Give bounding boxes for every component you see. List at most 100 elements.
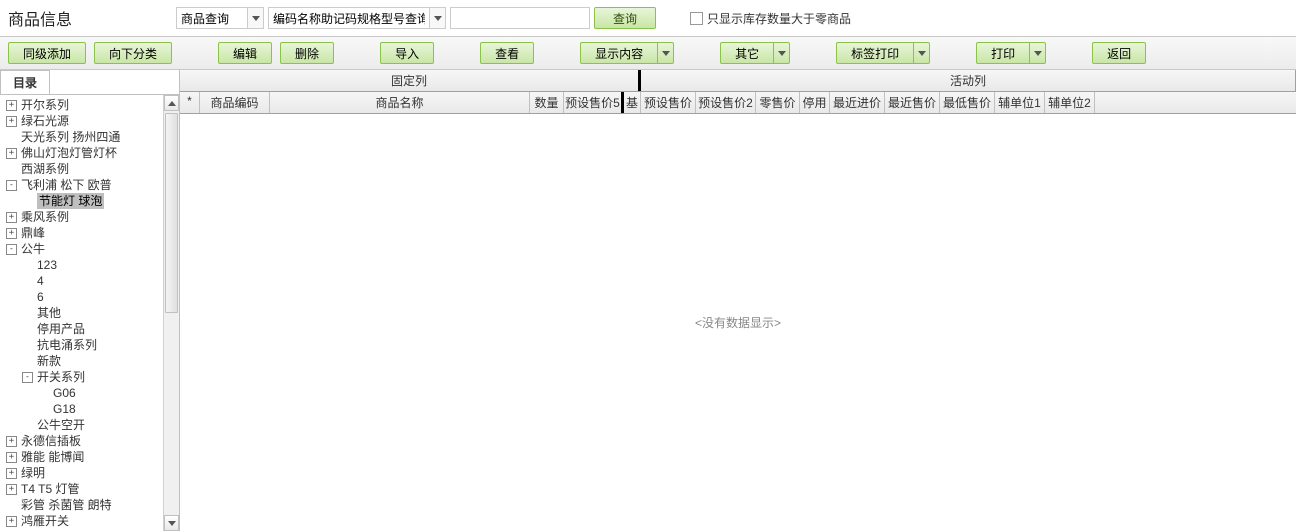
tree-label: G06 xyxy=(53,385,76,401)
column-header[interactable]: 基 xyxy=(624,92,641,113)
column-header[interactable]: 预设售价5 xyxy=(564,92,624,113)
tree-node[interactable]: + 绿石光源 xyxy=(0,113,163,129)
column-header[interactable]: * xyxy=(180,92,200,113)
chevron-down-icon[interactable] xyxy=(247,8,263,28)
tree-node[interactable]: + 开尔系列 xyxy=(0,97,163,113)
expand-icon[interactable]: + xyxy=(6,148,17,159)
column-header[interactable]: 商品名称 xyxy=(270,92,530,113)
add-sibling-button[interactable]: 同级添加 xyxy=(8,42,86,64)
search-field-input[interactable] xyxy=(269,8,429,28)
tree-node[interactable]: 停用产品 xyxy=(0,321,163,337)
scroll-up-icon[interactable] xyxy=(164,95,179,111)
tree-node[interactable]: 公牛空开 xyxy=(0,417,163,433)
collapse-icon[interactable]: - xyxy=(6,244,17,255)
grid-empty-message: <没有数据显示> xyxy=(180,114,1296,531)
edit-button[interactable]: 编辑 xyxy=(218,42,272,64)
column-header[interactable]: 停用 xyxy=(800,92,830,113)
import-button[interactable]: 导入 xyxy=(380,42,434,64)
back-button[interactable]: 返回 xyxy=(1092,42,1146,64)
column-header[interactable]: 预设售价2 xyxy=(696,92,756,113)
chevron-down-icon[interactable] xyxy=(914,42,930,64)
column-header[interactable]: 最近售价 xyxy=(885,92,940,113)
chevron-down-icon[interactable] xyxy=(429,8,445,28)
category-tree[interactable]: + 开尔系列 + 绿石光源天光系列 扬州四通 + 佛山灯泡灯管灯杯西湖系例-飞利浦 松下 … xyxy=(0,95,163,531)
column-header[interactable]: 辅单位2 xyxy=(1045,92,1095,113)
view-button[interactable]: 查看 xyxy=(480,42,534,64)
tree-node[interactable]: +雅能 能博闻 xyxy=(0,449,163,465)
scroll-thumb[interactable] xyxy=(165,113,178,313)
tree-node[interactable]: + 永德信插板 xyxy=(0,433,163,449)
other-button[interactable]: 其它 xyxy=(720,42,774,64)
query-type-input[interactable] xyxy=(177,8,247,28)
sub-category-button[interactable]: 向下分类 xyxy=(94,42,172,64)
column-group-active: 活动列 xyxy=(641,70,1296,91)
scrollbar[interactable] xyxy=(163,95,179,531)
stock-filter-checkbox[interactable]: 只显示库存数量大于零商品 xyxy=(690,10,851,27)
tree-label: G18 xyxy=(53,401,76,417)
tree-label: 绿石光源 xyxy=(21,113,69,129)
label-print-button[interactable]: 标签打印 xyxy=(836,42,914,64)
tree-label: 永德信插板 xyxy=(21,433,81,449)
column-header[interactable]: 零售价 xyxy=(756,92,800,113)
search-field-combo[interactable] xyxy=(268,7,446,29)
search-button[interactable]: 查询 xyxy=(594,7,656,29)
search-input[interactable] xyxy=(450,7,590,29)
tree-node[interactable]: 4 xyxy=(0,273,163,289)
scroll-down-icon[interactable] xyxy=(164,515,179,531)
tree-label: 公牛 xyxy=(21,241,45,257)
tree-node[interactable]: -开关系列 xyxy=(0,369,163,385)
column-header[interactable]: 辅单位1 xyxy=(995,92,1045,113)
column-header[interactable]: 最近进价 xyxy=(830,92,885,113)
tree-node[interactable]: 西湖系例 xyxy=(0,161,163,177)
print-button[interactable]: 打印 xyxy=(976,42,1030,64)
tree-node[interactable]: G18 xyxy=(0,401,163,417)
tree-node[interactable]: 节能灯 球泡 xyxy=(0,193,163,209)
column-header[interactable]: 数量 xyxy=(530,92,564,113)
expand-icon[interactable]: + xyxy=(6,228,17,239)
column-header[interactable]: 预设售价 xyxy=(641,92,696,113)
tree-node[interactable]: 天光系列 扬州四通 xyxy=(0,129,163,145)
column-header[interactable]: 最低售价 xyxy=(940,92,995,113)
tree-node[interactable]: + T4 T5 灯管 xyxy=(0,481,163,497)
chevron-down-icon[interactable] xyxy=(658,42,674,64)
tree-node[interactable]: G06 xyxy=(0,385,163,401)
tab-catalog[interactable]: 目录 xyxy=(0,70,50,94)
collapse-icon[interactable]: - xyxy=(6,180,17,191)
show-content-button[interactable]: 显示内容 xyxy=(580,42,658,64)
expand-icon[interactable]: + xyxy=(6,212,17,223)
query-type-combo[interactable] xyxy=(176,7,264,29)
tree-node[interactable]: + 佛山灯泡灯管灯杯 xyxy=(0,145,163,161)
expand-icon[interactable]: + xyxy=(6,452,17,463)
expand-icon[interactable]: + xyxy=(6,468,17,479)
tree-node[interactable]: 彩管 杀菌管 朗特 xyxy=(0,497,163,513)
collapse-icon[interactable]: - xyxy=(22,372,33,383)
tree-node[interactable]: -飞利浦 松下 欧普 xyxy=(0,177,163,193)
expand-icon[interactable]: + xyxy=(6,100,17,111)
tree-node[interactable]: + 鸿雁开关 xyxy=(0,513,163,529)
tree-node[interactable]: + 鼎峰 xyxy=(0,225,163,241)
tree-node[interactable]: +绿明 xyxy=(0,465,163,481)
expand-icon[interactable]: + xyxy=(6,436,17,447)
tree-node[interactable]: 123 xyxy=(0,257,163,273)
delete-button[interactable]: 删除 xyxy=(280,42,334,64)
tree-node[interactable]: 其他 xyxy=(0,305,163,321)
expand-icon[interactable]: + xyxy=(6,516,17,527)
column-header[interactable]: 商品编码 xyxy=(200,92,270,113)
tree-label: 抗电涌系列 xyxy=(37,337,97,353)
tree-node[interactable]: +乘风系例 xyxy=(0,209,163,225)
tree-label: 节能灯 球泡 xyxy=(37,193,104,209)
tree-node[interactable]: 新款 xyxy=(0,353,163,369)
tree-label: T4 T5 灯管 xyxy=(21,481,79,497)
expand-icon[interactable]: + xyxy=(6,484,17,495)
tree-label: 鼎峰 xyxy=(21,225,45,241)
expand-icon[interactable]: + xyxy=(6,116,17,127)
tree-node[interactable]: 6 xyxy=(0,289,163,305)
tree-label: 开尔系列 xyxy=(21,97,69,113)
tree-label: 佛山灯泡灯管灯杯 xyxy=(21,145,117,161)
chevron-down-icon[interactable] xyxy=(1030,42,1046,64)
tree-label: 鸿雁开关 xyxy=(21,513,69,529)
checkbox-icon[interactable] xyxy=(690,12,703,25)
tree-node[interactable]: -公牛 xyxy=(0,241,163,257)
chevron-down-icon[interactable] xyxy=(774,42,790,64)
tree-node[interactable]: 抗电涌系列 xyxy=(0,337,163,353)
